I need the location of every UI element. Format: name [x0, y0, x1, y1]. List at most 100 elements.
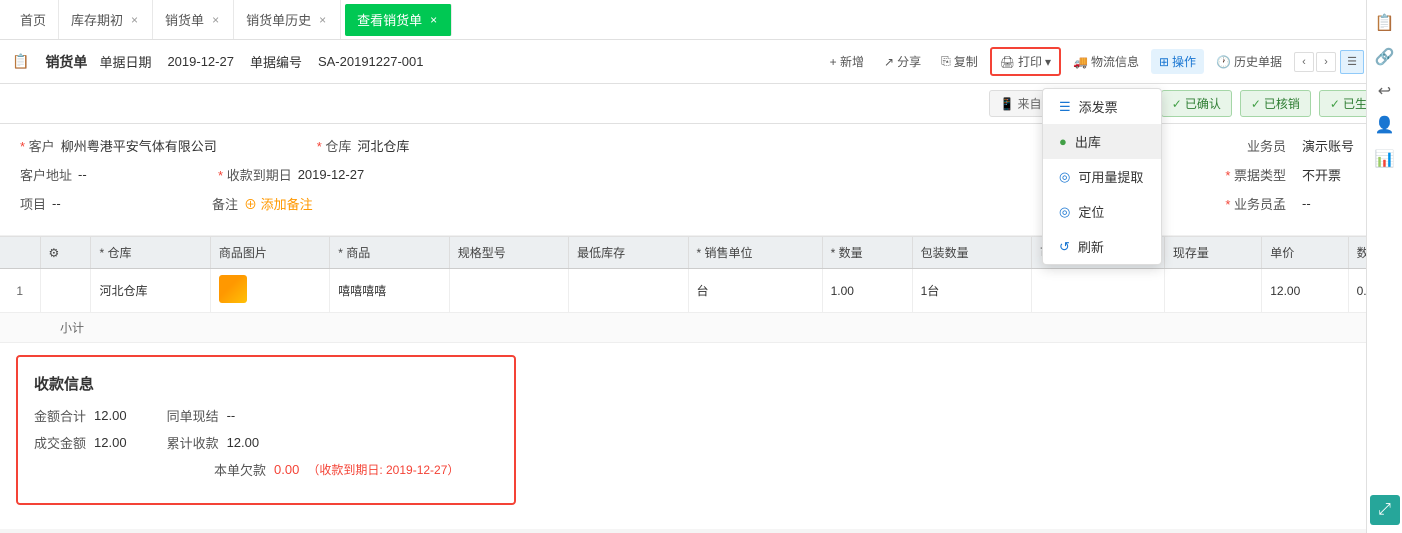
subtotal-label: 小计: [0, 313, 1402, 343]
locate-item[interactable]: ◎ 定位: [1043, 194, 1161, 229]
cell-num: 1: [0, 269, 40, 313]
refresh-item[interactable]: ↺ 刷新: [1043, 229, 1161, 264]
col-pack: 包装数量: [912, 237, 1031, 269]
operation-label: 操作: [1172, 53, 1196, 70]
outbound-label: 出库: [1075, 132, 1101, 151]
due-date-value: 2019-12-27: [298, 167, 378, 182]
print-button[interactable]: 🖨 打印 ▾: [990, 47, 1061, 76]
address-field: 客户地址 --: [20, 165, 158, 184]
warehouse-label: 仓库: [317, 136, 352, 155]
col-current: 现存量: [1164, 237, 1261, 269]
warehouse-field: 仓库 河北仓库: [317, 136, 438, 155]
total-item: 金额合计 12.00: [34, 406, 127, 425]
sold-button[interactable]: ✓ 已核销: [1240, 90, 1311, 117]
sidebar-icon-1[interactable]: 🔗: [1370, 42, 1400, 72]
dropdown-menu: ☰ 添发票 ● 出库 ◎ 可用量提取 ◎ 定位 ↺ 刷新: [1042, 88, 1162, 265]
outbound-item[interactable]: ● 出库: [1043, 124, 1161, 159]
tab-view-sales[interactable]: 查看销货单 ×: [345, 4, 452, 36]
copy-icon: ⎘: [941, 54, 951, 69]
confirm-button[interactable]: ✓ 已确认: [1161, 90, 1232, 117]
col-warehouse: * 仓库: [91, 237, 210, 269]
payment-box: 收款信息 金额合计 12.00 同单现结 -- 成交金额 12.00 累计收款: [16, 355, 516, 505]
cell-unit: 台: [688, 269, 822, 313]
due-date-label: 收款到期日: [218, 165, 292, 184]
add-icon: ⊕: [244, 197, 257, 212]
col-num: [0, 237, 40, 269]
main-content: 客户 柳州粤港平安气体有限公司 仓库 河北仓库 业务员 演示账号 客户地址 --…: [0, 124, 1402, 529]
doc-date-label: 单据日期: [99, 52, 151, 71]
product-image: [219, 275, 247, 303]
add-remark-button[interactable]: ⊕ 添加备注: [244, 194, 324, 213]
doc-number-value: SA-20191227-001: [318, 54, 424, 69]
expand-icon[interactable]: ⤢: [1370, 495, 1400, 525]
staff2-label: 业务员孟: [1225, 194, 1286, 213]
product-table: ⚙ * 仓库 商品图片 * 商品 规格型号 最低库存 * 销售单位 * 数量 包…: [0, 237, 1402, 343]
cumulative-item: 累计收款 12.00: [167, 433, 260, 452]
print-icon: 🖨: [1000, 55, 1015, 69]
operation-button[interactable]: ⊞ 操作: [1151, 49, 1204, 74]
prev-button[interactable]: ‹: [1294, 52, 1314, 72]
table-header-row: ⚙ * 仓库 商品图片 * 商品 规格型号 最低库存 * 销售单位 * 数量 包…: [0, 237, 1402, 269]
ticket-label: 票据类型: [1225, 165, 1286, 184]
logistics-button[interactable]: 🚚 物流信息: [1065, 49, 1147, 74]
add-invoice-label: 添发票: [1079, 97, 1118, 116]
tab-sales-close[interactable]: ×: [210, 13, 221, 27]
tab-sales-label: 销货单: [165, 10, 204, 29]
new-button[interactable]: + 新增: [822, 49, 872, 74]
tab-home[interactable]: 首页: [8, 0, 59, 39]
tab-inventory-close[interactable]: ×: [129, 13, 140, 27]
layout-list-icon[interactable]: ☰: [1340, 50, 1364, 74]
form-section: 客户 柳州粤港平安气体有限公司 仓库 河北仓库 业务员 演示账号 客户地址 --…: [0, 124, 1402, 236]
col-product: * 商品: [330, 237, 449, 269]
tab-sales-history[interactable]: 销货单历史 ×: [234, 0, 341, 39]
due-note: （收款到期日: 2019-12-27）: [307, 461, 459, 478]
available-extract-item[interactable]: ◎ 可用量提取: [1043, 159, 1161, 194]
toolbar-actions: + 新增 ↗ 分享 ⎘ 复制 🖨 打印 ▾ 🚚 物流信息 ⊞ 操作 🕐 历史单据…: [822, 47, 1390, 76]
sidebar-icon-2[interactable]: ↩: [1370, 76, 1400, 106]
tab-view-label: 查看销货单: [357, 10, 422, 29]
op-row: 📱 来自手机 ● 未开票 ✓ 已确认 ✓ 已核销 ✓ 已生效: [0, 84, 1402, 124]
tab-history-close[interactable]: ×: [317, 13, 328, 27]
product-table-wrapper: ⚙ * 仓库 商品图片 * 商品 规格型号 最低库存 * 销售单位 * 数量 包…: [0, 236, 1402, 343]
copy-button[interactable]: ⎘ 复制: [933, 49, 986, 74]
col-spec: 规格型号: [449, 237, 568, 269]
history-icon: 🕐: [1216, 55, 1231, 69]
cell-available: [1032, 269, 1165, 313]
cell-current: [1164, 269, 1261, 313]
payment-title: 收款信息: [34, 373, 498, 394]
deal-item: 成交金额 12.00: [34, 433, 127, 452]
tab-view-close[interactable]: ×: [428, 13, 439, 27]
copy-label: 复制: [954, 53, 978, 70]
share-button[interactable]: ↗ 分享: [876, 49, 929, 74]
next-button[interactable]: ›: [1316, 52, 1336, 72]
sidebar-icon-3[interactable]: 👤: [1370, 110, 1400, 140]
col-qty: * 数量: [822, 237, 912, 269]
col-img: 商品图片: [210, 237, 329, 269]
address-label: 客户地址: [20, 165, 72, 184]
cell-qty: 1.00: [822, 269, 912, 313]
doc-number-label: 单据编号: [250, 52, 302, 71]
history-button[interactable]: 🕐 历史单据: [1208, 49, 1290, 74]
operation-icon: ⊞: [1159, 55, 1169, 69]
same-order-label: 同单现结: [167, 406, 219, 425]
ticket-field: 票据类型 不开票: [1225, 165, 1382, 184]
effective-icon: ✓: [1330, 97, 1340, 111]
col-price: 单价: [1262, 237, 1348, 269]
tab-sales-order[interactable]: 销货单 ×: [153, 0, 234, 39]
add-invoice-item[interactable]: ☰ 添发票: [1043, 89, 1161, 124]
right-sidebar: 📋 🔗 ↩ 👤 📊 ⤢: [1366, 0, 1402, 533]
project-label: 项目: [20, 194, 46, 213]
payment-row-2: 成交金额 12.00 累计收款 12.00: [34, 433, 498, 452]
tab-inventory-init[interactable]: 库存期初 ×: [59, 0, 153, 39]
available-label: 可用量提取: [1078, 167, 1143, 186]
deal-value: 12.00: [94, 435, 127, 450]
staff-label: 业务员: [1247, 136, 1286, 155]
address-value: --: [78, 167, 158, 182]
remark-field: 备注 ⊕ 添加备注: [212, 194, 324, 213]
locate-icon: ◎: [1059, 204, 1070, 220]
cumulative-label: 累计收款: [167, 433, 219, 452]
sold-label: 已核销: [1264, 95, 1300, 112]
payment-row-1: 金额合计 12.00 同单现结 --: [34, 406, 498, 425]
sidebar-icon-4[interactable]: 📊: [1370, 144, 1400, 174]
sidebar-icon-0[interactable]: 📋: [1370, 8, 1400, 38]
